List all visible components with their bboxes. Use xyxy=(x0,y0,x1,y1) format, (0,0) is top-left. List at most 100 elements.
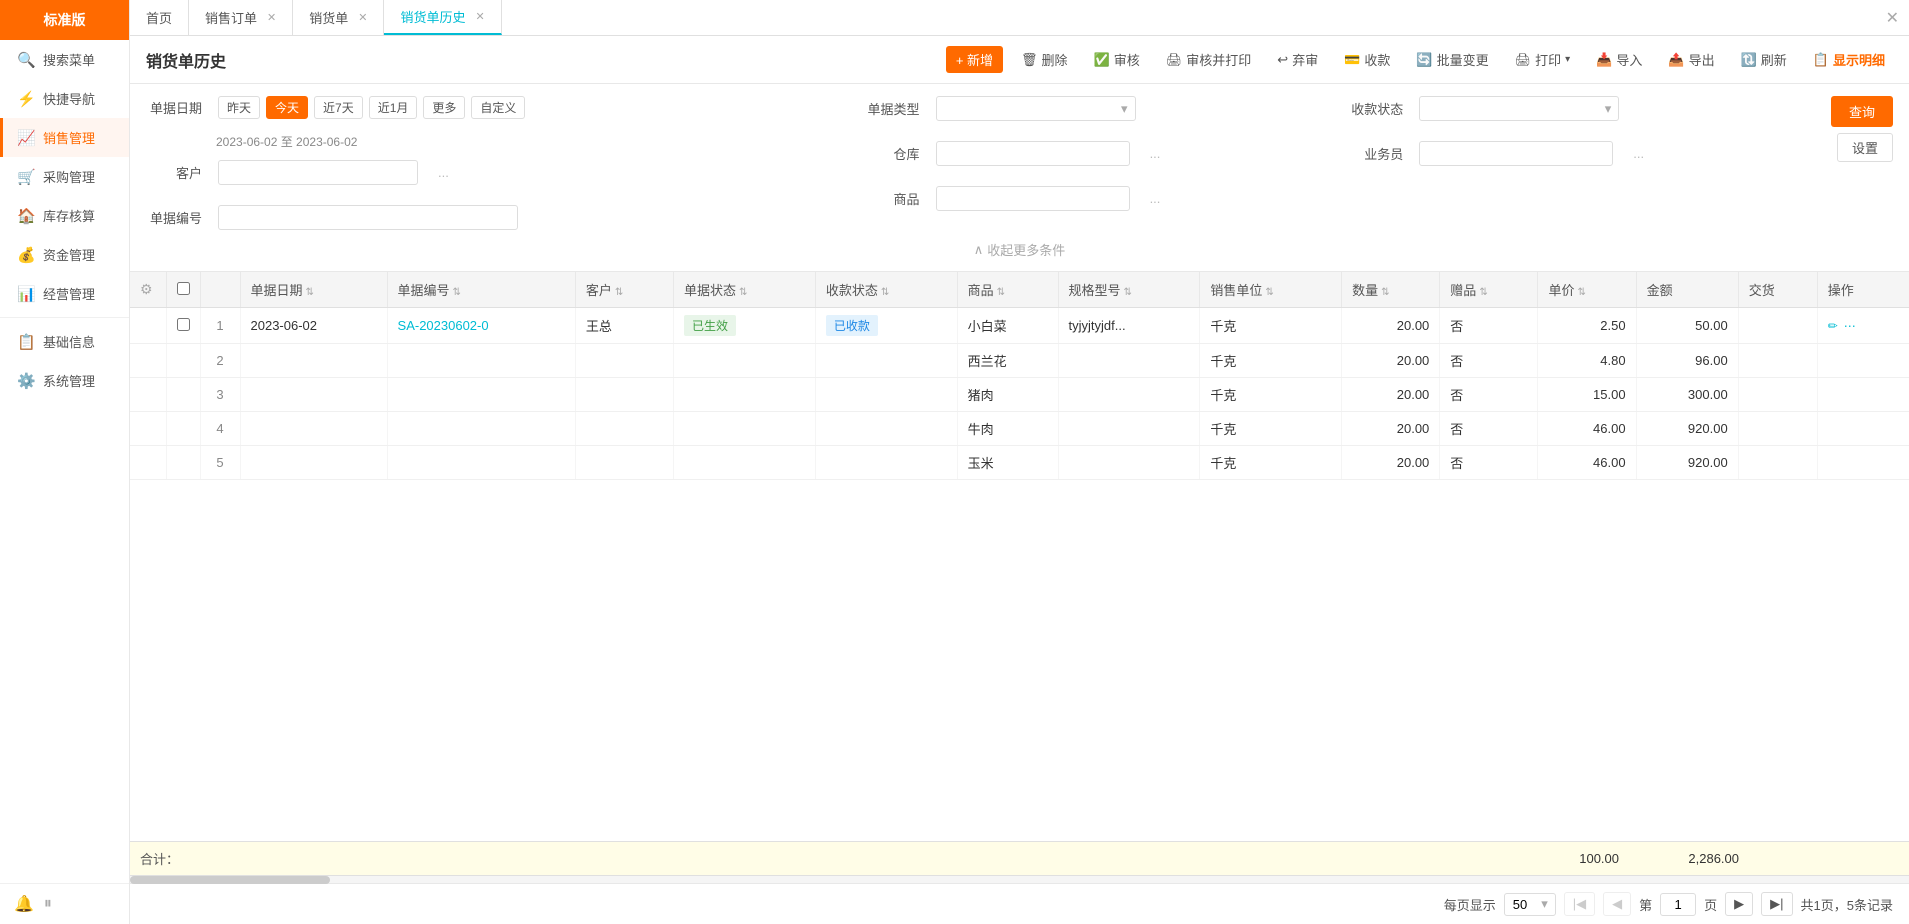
date-yesterday[interactable]: 昨天 xyxy=(218,96,260,119)
th-qty[interactable]: 数量⇅ xyxy=(1342,272,1440,308)
tab-sales-history[interactable]: 销货单历史 ✕ xyxy=(384,0,501,35)
row-docno[interactable] xyxy=(387,412,575,446)
th-docstatus[interactable]: 单据状态⇅ xyxy=(674,272,816,308)
customer-picker-icon[interactable]: ... xyxy=(434,165,453,180)
sidebar-item-sys[interactable]: ⚙️ 系统管理 xyxy=(0,361,129,400)
type-select[interactable] xyxy=(936,96,1136,121)
th-unit[interactable]: 销售单位⇅ xyxy=(1200,272,1342,308)
date-custom[interactable]: 自定义 xyxy=(471,96,525,119)
th-gift[interactable]: 赠品⇅ xyxy=(1440,272,1538,308)
tab-sales-order-close[interactable]: ✕ xyxy=(267,11,276,24)
date-today[interactable]: 今天 xyxy=(266,96,308,119)
th-customer[interactable]: 客户⇅ xyxy=(575,272,673,308)
search-menu-icon: 🔍 xyxy=(17,51,35,69)
row-goods: 小白菜 xyxy=(957,308,1058,344)
discard-button[interactable]: ↩ 弃审 xyxy=(1269,46,1326,73)
refresh-icon: 🔃 xyxy=(1741,52,1757,68)
edit-action[interactable]: ✏ xyxy=(1828,319,1838,333)
salesperson-picker-icon[interactable]: ... xyxy=(1629,146,1648,161)
page-next-button[interactable]: ▶ xyxy=(1725,892,1753,916)
per-page-select[interactable]: 50 100 200 xyxy=(1504,893,1556,916)
sidebar-item-purchase[interactable]: 🛒 采购管理 xyxy=(0,157,129,196)
more-action[interactable]: ⋯ xyxy=(1844,319,1856,333)
row-paystatus xyxy=(815,412,957,446)
query-button[interactable]: 查询 xyxy=(1831,96,1893,127)
notification-icon[interactable]: 🔔 xyxy=(14,894,34,914)
row-checkbox-cell[interactable] xyxy=(166,412,200,446)
row-checkbox-cell[interactable] xyxy=(166,308,200,344)
tab-home[interactable]: 首页 xyxy=(130,0,189,35)
row-docno[interactable] xyxy=(387,446,575,480)
gear-icon[interactable]: ⚙ xyxy=(140,281,153,297)
sidebar-item-label: 资金管理 xyxy=(43,245,95,264)
warehouse-input[interactable] xyxy=(936,141,1130,166)
date-7days[interactable]: 近7天 xyxy=(314,96,363,119)
collapse-button[interactable]: ∧ 收起更多条件 xyxy=(974,240,1066,259)
refresh-button[interactable]: 🔃 刷新 xyxy=(1733,46,1795,73)
review-button[interactable]: ✅ 审核 xyxy=(1086,46,1148,73)
select-all-checkbox[interactable] xyxy=(177,282,190,295)
tab-sales-goods-close[interactable]: ✕ xyxy=(358,11,367,24)
sidebar-item-operations[interactable]: 📊 经营管理 xyxy=(0,274,129,313)
th-gear[interactable]: ⚙ xyxy=(130,272,166,308)
sidebar-item-finance[interactable]: 💰 资金管理 xyxy=(0,235,129,274)
sidebar-item-base-info[interactable]: 📋 基础信息 xyxy=(0,322,129,361)
page-first-button[interactable]: |◀ xyxy=(1564,892,1595,916)
batch-change-button[interactable]: 🔄 批量变更 xyxy=(1408,46,1496,73)
show-detail-button[interactable]: 📋 显示明细 xyxy=(1805,46,1893,73)
collect-button[interactable]: 💳 收款 xyxy=(1336,46,1398,73)
new-button[interactable]: + 新增 xyxy=(946,46,1003,73)
row-docno[interactable] xyxy=(387,378,575,412)
goods-input[interactable] xyxy=(936,186,1130,211)
table-scroll-bar[interactable] xyxy=(130,875,1909,883)
review-print-button[interactable]: 🖨 审核并打印 xyxy=(1158,46,1260,73)
th-date[interactable]: 单据日期⇅ xyxy=(240,272,387,308)
warehouse-picker-icon[interactable]: ... xyxy=(1146,146,1165,161)
pause-icon[interactable]: ⏸ xyxy=(44,895,52,913)
th-goods[interactable]: 商品⇅ xyxy=(957,272,1058,308)
salesperson-input[interactable] xyxy=(1419,141,1613,166)
th-spec[interactable]: 规格型号⇅ xyxy=(1058,272,1200,308)
page-last-button[interactable]: ▶| xyxy=(1761,892,1792,916)
tab-sales-goods[interactable]: 销货单 ✕ xyxy=(293,0,384,35)
row-docstatus xyxy=(674,412,816,446)
page-prev-button[interactable]: ◀ xyxy=(1603,892,1631,916)
setting-button[interactable]: 设置 xyxy=(1837,133,1893,162)
th-price[interactable]: 单价⇅ xyxy=(1538,272,1636,308)
export-icon: 📤 xyxy=(1668,52,1684,68)
import-button[interactable]: 📥 导入 xyxy=(1588,46,1650,73)
row-checkbox[interactable] xyxy=(177,318,190,331)
row-checkbox-cell[interactable] xyxy=(166,446,200,480)
date-1month[interactable]: 近1月 xyxy=(369,96,418,119)
delete-button[interactable]: 🗑 删除 xyxy=(1013,46,1076,73)
sidebar-item-quick-nav[interactable]: ⚡ 快捷导航 xyxy=(0,79,129,118)
row-docno[interactable]: SA-20230602-0 xyxy=(387,308,575,344)
row-price: 2.50 xyxy=(1538,308,1636,344)
goods-picker-icon[interactable]: ... xyxy=(1146,191,1165,206)
th-paystatus[interactable]: 收款状态⇅ xyxy=(815,272,957,308)
table-scroll-thumb[interactable] xyxy=(130,876,330,884)
sidebar-item-sales[interactable]: 📈 销售管理 xyxy=(0,118,129,157)
row-docno[interactable] xyxy=(387,344,575,378)
th-docno[interactable]: 单据编号⇅ xyxy=(387,272,575,308)
discard-icon: ↩ xyxy=(1277,52,1288,68)
pagination-bar: 每页显示 50 100 200 |◀ ◀ 第 页 ▶ ▶| 共1页，5条记录 xyxy=(130,883,1909,924)
print-button[interactable]: 🖨 打印 ▾ xyxy=(1507,46,1579,73)
row-delivery xyxy=(1738,344,1817,378)
customer-input[interactable] xyxy=(218,160,418,185)
paystatus-select[interactable] xyxy=(1419,96,1619,121)
export-button[interactable]: 📤 导出 xyxy=(1660,46,1722,73)
row-actions xyxy=(1817,344,1909,378)
row-checkbox-cell[interactable] xyxy=(166,378,200,412)
sidebar-item-inventory[interactable]: 🏠 库存核算 xyxy=(0,196,129,235)
finance-icon: 💰 xyxy=(17,246,35,264)
close-all-tabs-icon[interactable]: ✕ xyxy=(1886,8,1899,28)
page-number-input[interactable] xyxy=(1660,893,1696,916)
row-customer xyxy=(575,344,673,378)
row-checkbox-cell[interactable] xyxy=(166,344,200,378)
date-more[interactable]: 更多 xyxy=(423,96,465,119)
tab-sales-order[interactable]: 销售订单 ✕ xyxy=(189,0,293,35)
docno-input[interactable] xyxy=(218,205,518,230)
tab-sales-history-close[interactable]: ✕ xyxy=(476,10,485,23)
sidebar-item-search-menu[interactable]: 🔍 搜索菜单 xyxy=(0,40,129,79)
